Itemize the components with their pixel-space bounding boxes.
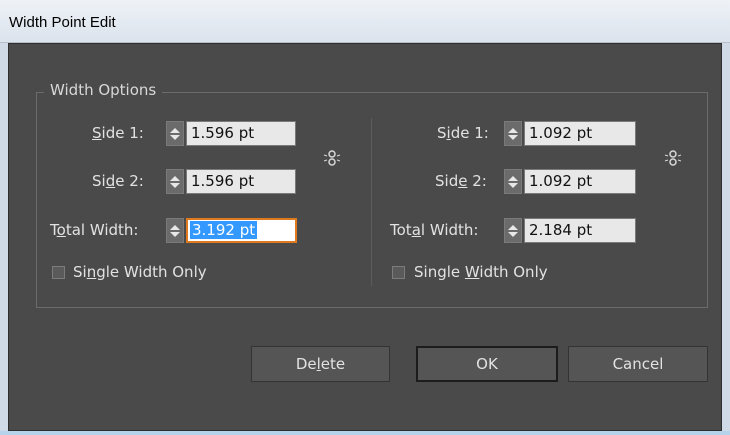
window-frame-right <box>722 43 730 431</box>
left-side2-input[interactable]: 1.596 pt <box>186 169 296 194</box>
left-side2-spinner[interactable] <box>166 169 184 194</box>
left-single-width-label[interactable]: Single Width Only <box>73 263 207 281</box>
right-total-width-spinner[interactable] <box>504 218 522 243</box>
width-point-edit-window: Width Point Edit Width Options Side 1: 1… <box>0 0 730 435</box>
left-total-width-selection: 3.192 pt <box>190 221 258 239</box>
left-side1-spinner[interactable] <box>166 121 184 146</box>
right-single-width-label[interactable]: Single Width Only <box>414 263 548 281</box>
right-side2-label: Side 2: <box>435 172 487 190</box>
right-side1-spinner[interactable] <box>504 121 522 146</box>
right-side2-spinner[interactable] <box>504 169 522 194</box>
column-divider <box>371 118 372 286</box>
left-side2-label: Side 2: <box>92 172 144 190</box>
window-title: Width Point Edit <box>9 14 116 31</box>
title-bar[interactable]: Width Point Edit <box>0 0 730 43</box>
right-single-width-checkbox[interactable] <box>392 266 405 279</box>
right-side1-input[interactable]: 1.092 pt <box>524 121 636 146</box>
left-total-width-spinner[interactable] <box>166 218 184 243</box>
window-frame-bottom <box>0 431 730 435</box>
right-side2-input[interactable]: 1.092 pt <box>524 169 636 194</box>
right-total-width-label: Total Width: <box>390 221 479 239</box>
window-frame-left <box>0 43 8 431</box>
left-side1-label: Side 1: <box>92 124 144 142</box>
width-options-legend: Width Options <box>44 81 163 99</box>
left-total-width-label: Total Width: <box>50 221 139 239</box>
right-total-width-input[interactable]: 2.184 pt <box>524 218 636 243</box>
delete-button[interactable]: Delete <box>251 346 390 382</box>
ok-button[interactable]: OK <box>416 346 558 382</box>
left-total-width-input[interactable]: 3.192 pt <box>186 218 297 243</box>
link-chain-icon[interactable] <box>321 147 343 169</box>
left-single-width-checkbox[interactable] <box>52 266 65 279</box>
link-chain-icon[interactable] <box>662 147 684 169</box>
cancel-button[interactable]: Cancel <box>568 346 708 382</box>
right-side1-label: Side 1: <box>437 124 489 142</box>
left-side1-input[interactable]: 1.596 pt <box>186 121 296 146</box>
